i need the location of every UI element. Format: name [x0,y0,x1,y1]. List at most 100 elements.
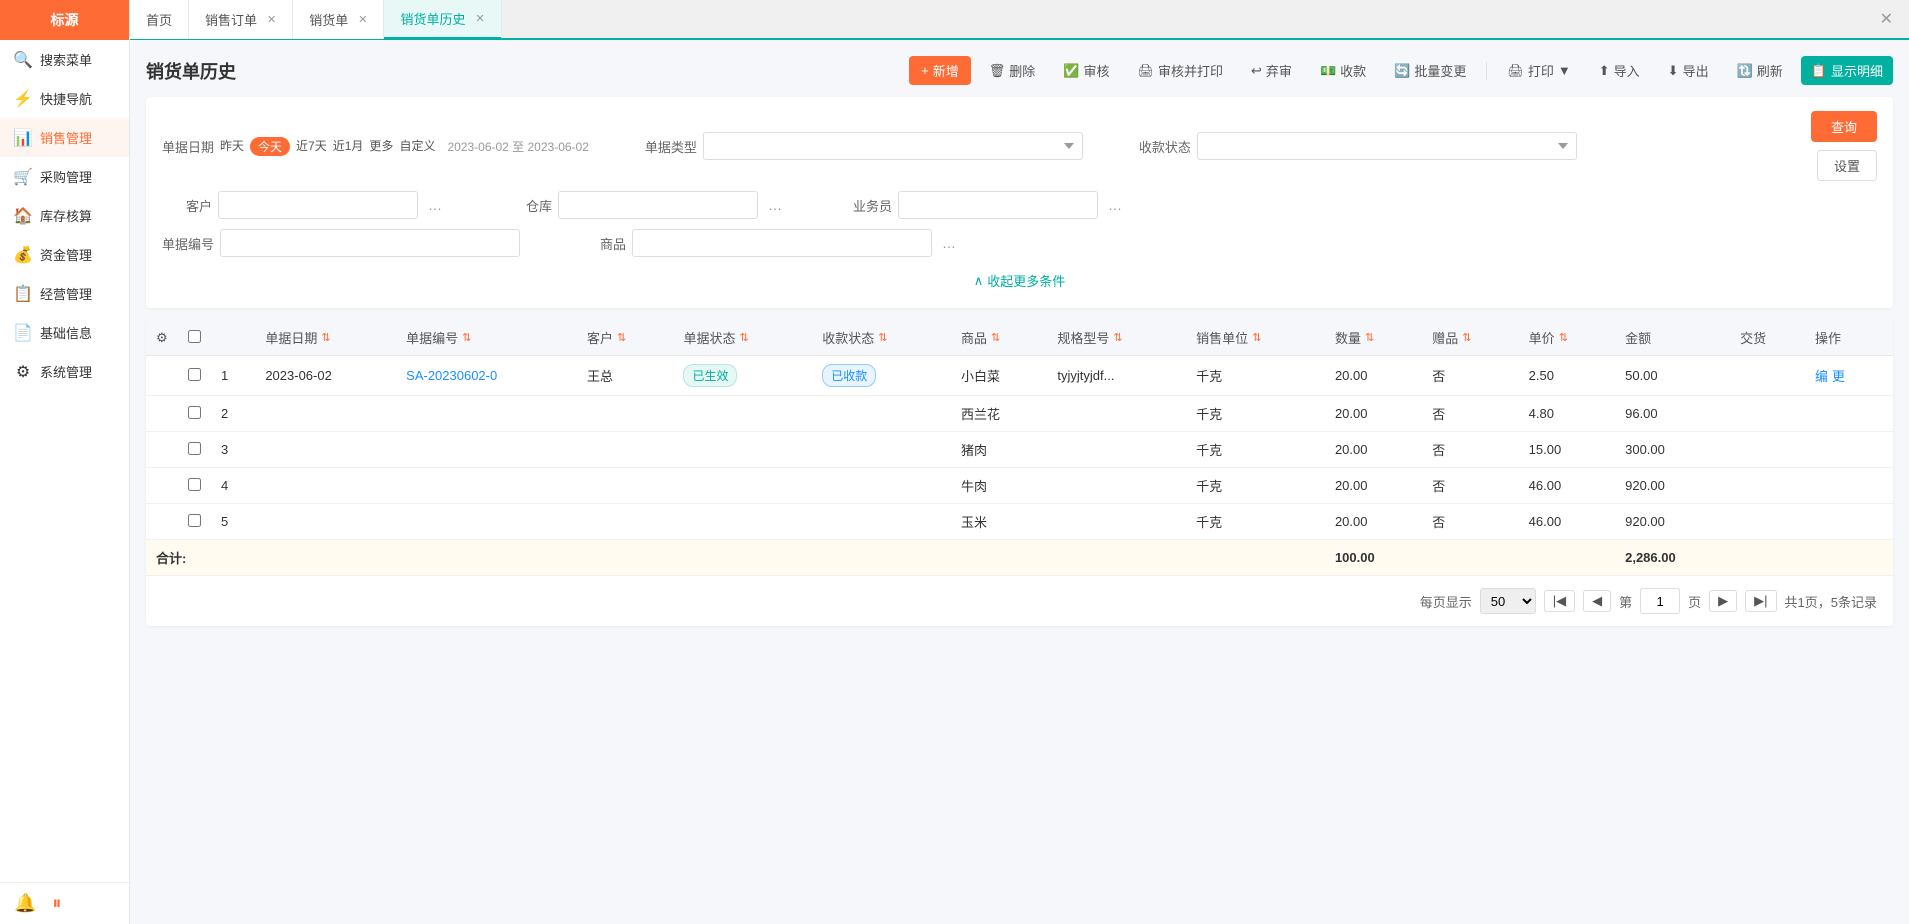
sort-docno[interactable]: 单据编号 [406,328,567,347]
sort-doc-status[interactable]: 单据状态 [683,328,802,347]
doctype-filter-select[interactable] [703,132,1083,160]
tab-bar-close-btn[interactable]: ✕ [1864,9,1909,29]
tab-sales-goods-close[interactable]: ✕ [358,13,367,26]
page-next-btn[interactable]: ▶ [1709,590,1737,612]
print-button[interactable]: 🖨 打印 ▼ [1497,56,1580,85]
docno-filter-input[interactable] [220,229,520,257]
table-container: ⚙ 单据日期 单据编号 客户 单据状态 收款状态 商品 规格型号 [146,320,1893,626]
page-first-btn[interactable]: |◀ [1544,590,1575,612]
review-print-button[interactable]: 🖨 审核并打印 [1127,56,1233,85]
date-shortcut-more[interactable]: 更多 [369,137,393,156]
sidebar-item-quick-nav[interactable]: ⚡ 快捷导航 [0,79,129,118]
delete-button[interactable]: 🗑 删除 [979,56,1046,85]
collect-filter-select[interactable] [1197,132,1577,160]
sidebar-item-purchase-mgmt[interactable]: 🛒 采购管理 [0,157,129,196]
more-action-link[interactable]: 更 [1832,369,1845,384]
import-button[interactable]: ⬆ 导入 [1589,56,1650,85]
col-date[interactable]: 单据日期 [255,320,396,356]
row-checkbox[interactable] [188,478,201,491]
row-spec [1047,396,1186,432]
abandon-button[interactable]: ↩ 弃审 [1241,56,1302,85]
col-goods[interactable]: 商品 [951,320,1047,356]
sort-customer[interactable]: 客户 [587,328,663,347]
query-button[interactable]: 查询 [1811,111,1877,142]
row-checkbox[interactable] [188,406,201,419]
row-checkbox[interactable] [188,514,201,527]
row-checkbox[interactable] [188,368,201,381]
salesperson-ellipsis-btn[interactable]: … [1104,197,1126,213]
col-customer[interactable]: 客户 [577,320,673,356]
export-button[interactable]: ⬇ 导出 [1658,56,1719,85]
col-unit[interactable]: 销售单位 [1186,320,1325,356]
sidebar-item-inventory[interactable]: 🏠 库存核算 [0,196,129,235]
sidebar-item-system-mgmt[interactable]: ⚙ 系统管理 [0,352,129,391]
display-detail-button[interactable]: 📋 显示明细 [1801,56,1893,85]
row-checkbox[interactable] [188,442,201,455]
date-shortcut-today[interactable]: 今天 [250,137,290,156]
settings-button[interactable]: 设置 [1817,150,1877,181]
date-shortcut-1month[interactable]: 近1月 [333,137,364,156]
customer-ellipsis-btn[interactable]: … [424,197,446,213]
sidebar-item-sales-mgmt[interactable]: 📊 销售管理 [0,118,129,157]
sort-spec[interactable]: 规格型号 [1057,328,1176,347]
select-all-checkbox[interactable] [188,330,201,343]
row-price: 4.80 [1519,396,1615,432]
review-button[interactable]: ✅ 审核 [1053,56,1119,85]
col-gift[interactable]: 赠品 [1422,320,1518,356]
sort-gift[interactable]: 赠品 [1432,328,1508,347]
tab-sales-goods[interactable]: 销货单 ✕ [293,0,384,39]
sort-price[interactable]: 单价 [1529,328,1605,347]
tab-sales-order[interactable]: 销售订单 ✕ [189,0,293,39]
warehouse-filter-input[interactable] [558,191,758,219]
goods-filter-input[interactable] [632,229,932,257]
col-spec[interactable]: 规格型号 [1047,320,1186,356]
collect-button[interactable]: 💵 收款 [1310,56,1376,85]
tab-sales-history[interactable]: 销货单历史 ✕ [384,0,501,39]
print-dropdown-icon: ▼ [1558,63,1571,78]
warehouse-ellipsis-btn[interactable]: … [764,197,786,213]
date-shortcut-7days[interactable]: 近7天 [296,137,327,156]
goods-ellipsis-btn[interactable]: … [938,235,960,251]
sort-qty[interactable]: 数量 [1335,328,1412,347]
sort-date[interactable]: 单据日期 [265,328,386,347]
tab-home[interactable]: 首页 [130,0,189,39]
sidebar-item-basic-info[interactable]: 📄 基础信息 [0,313,129,352]
page-prev-btn[interactable]: ◀ [1583,590,1611,612]
tab-sales-order-close[interactable]: ✕ [267,13,276,26]
sort-collect-status[interactable]: 收款状态 [822,328,941,347]
sort-goods[interactable]: 商品 [961,328,1037,347]
notification-icon[interactable]: 🔔 [14,893,36,914]
pause-icon[interactable]: ⏸ [52,893,61,914]
new-button[interactable]: + 新增 [909,56,971,85]
customer-filter-input[interactable] [218,191,418,219]
edit-action-link[interactable]: 编 [1815,369,1828,384]
sidebar-item-operations[interactable]: 📋 经营管理 [0,274,129,313]
salesperson-filter-input[interactable] [898,191,1098,219]
page-input[interactable] [1640,588,1680,614]
collapse-filter-label: 收起更多条件 [987,271,1065,290]
col-qty[interactable]: 数量 [1325,320,1422,356]
sidebar-item-search-menu[interactable]: 🔍 搜索菜单 [0,40,129,79]
tab-sales-goods-label: 销货单 [309,10,348,29]
data-table: ⚙ 单据日期 单据编号 客户 单据状态 收款状态 商品 规格型号 [146,320,1893,575]
col-rowno [211,320,255,356]
collapse-filter-btn[interactable]: ∧ 收起更多条件 [966,267,1074,294]
page-inner: 销货单历史 + 新增 🗑 删除 ✅ 审核 🖨 [130,40,1909,642]
page-label: 第 [1619,592,1632,611]
sort-unit[interactable]: 销售单位 [1196,328,1315,347]
refresh-button[interactable]: 🔃 刷新 [1727,56,1793,85]
col-collect-status[interactable]: 收款状态 [812,320,951,356]
col-doc-status[interactable]: 单据状态 [673,320,812,356]
date-shortcut-custom[interactable]: 自定义 [399,137,435,156]
page-size-select[interactable]: 50 20 100 [1480,588,1536,614]
col-settings[interactable]: ⚙ [146,320,178,356]
batch-change-button[interactable]: 🔄 批量变更 [1384,56,1476,85]
col-price[interactable]: 单价 [1519,320,1615,356]
date-shortcut-yesterday[interactable]: 昨天 [220,137,244,156]
row-docno [396,468,577,504]
date-shortcuts: 昨天 今天 近7天 近1月 更多 自定义 [220,137,435,156]
page-last-btn[interactable]: ▶| [1745,590,1776,612]
col-docno[interactable]: 单据编号 [396,320,577,356]
sidebar-item-finance[interactable]: 💰 资金管理 [0,235,129,274]
tab-sales-history-close[interactable]: ✕ [476,12,485,25]
